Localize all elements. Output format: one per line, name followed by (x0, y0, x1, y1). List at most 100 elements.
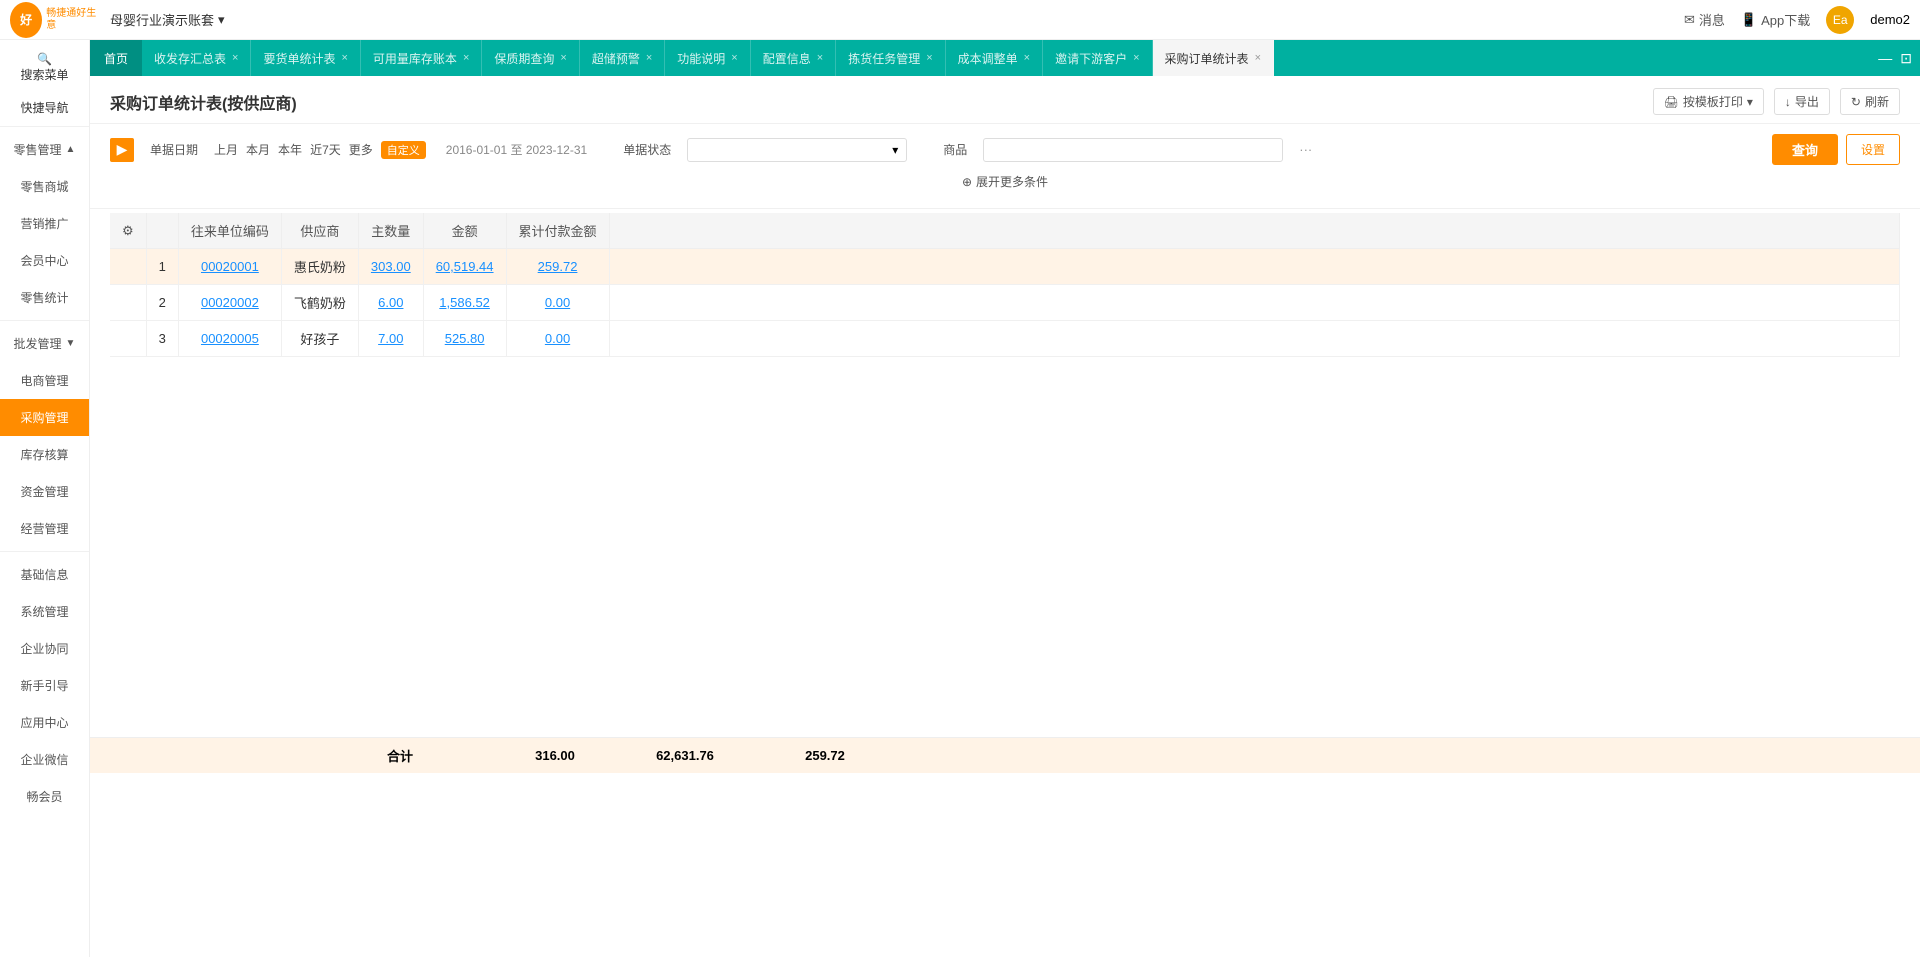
workspace-name: 母婴行业演示账套 (110, 10, 214, 29)
row1-checkbox[interactable] (110, 249, 146, 285)
row1-unit-code[interactable]: 00020001 (178, 249, 281, 285)
row1-main-qty[interactable]: 303.00 (358, 249, 423, 285)
row3-seq: 3 (146, 321, 178, 357)
sidebar-search[interactable]: 🔍 搜索菜单 (0, 40, 89, 91)
logo-text: 畅捷通好生意 (46, 8, 100, 32)
tab-close-overstock-alert[interactable]: × (646, 52, 652, 64)
row3-unit-code[interactable]: 00020005 (178, 321, 281, 357)
sidebar-item-enterprise-wechat[interactable]: 企业微信 (0, 741, 89, 778)
date-shortcut-more[interactable]: 更多 (349, 141, 373, 158)
sidebar-item-marketing[interactable]: 营销推广 (0, 205, 89, 242)
tab-close-invite-downstream[interactable]: × (1133, 52, 1139, 64)
user-avatar[interactable]: Ea (1826, 6, 1854, 34)
page-actions: 🖨 按模板打印 ▾ ↓ 导出 ↻ 刷新 (1653, 88, 1900, 115)
sidebar-item-vip-member[interactable]: 畅会员 (0, 778, 89, 815)
sidebar-item-new-guide[interactable]: 新手引导 (0, 667, 89, 704)
goods-more-icon[interactable]: ··· (1299, 142, 1312, 157)
row3-main-qty[interactable]: 7.00 (358, 321, 423, 357)
logo-icon: 好 (10, 2, 42, 38)
sidebar-item-basic-info[interactable]: 基础信息 (0, 556, 89, 593)
filter-toggle-button[interactable]: ▶ (110, 138, 134, 162)
date-custom-badge[interactable]: 自定义 (381, 141, 426, 159)
expand-icon-2: ▼ (66, 338, 76, 349)
sidebar-item-purchase-mgmt[interactable]: 采购管理 (0, 399, 89, 436)
row2-main-qty[interactable]: 6.00 (358, 285, 423, 321)
tab-pick-task[interactable]: 拣货任务管理 × (836, 40, 945, 76)
phone-icon: 📱 (1741, 12, 1757, 28)
tab-home[interactable]: 首页 (90, 40, 142, 76)
settings-button[interactable]: 设置 (1846, 134, 1900, 165)
sidebar-item-ops-mgmt[interactable]: 经营管理 (0, 510, 89, 547)
tab-invite-downstream[interactable]: 邀请下游客户 × (1043, 40, 1152, 76)
tab-goods-stats[interactable]: 要货单统计表 × (251, 40, 360, 76)
username-label: demo2 (1870, 12, 1910, 27)
tab-overstock-alert[interactable]: 超储预警 × (580, 40, 665, 76)
tab-close-expiry-query[interactable]: × (560, 52, 566, 64)
tab-close-available-stock[interactable]: × (463, 52, 469, 64)
workspace-selector[interactable]: 母婴行业演示账套 ▾ (100, 10, 1684, 29)
sidebar-divider-2 (0, 551, 89, 552)
row3-paid-amount[interactable]: 0.00 (506, 321, 609, 357)
col-paid-amount-header: 累计付款金额 (506, 213, 609, 249)
footer-amount: 62,631.76 (620, 748, 750, 763)
export-button[interactable]: ↓ 导出 (1774, 88, 1830, 115)
refresh-button[interactable]: ↻ 刷新 (1840, 88, 1900, 115)
col-seq-header (146, 213, 178, 249)
col-settings-header[interactable]: ⚙ (110, 213, 146, 249)
table-container: ⚙ 往来单位编码 供应商 主数量 金额 累计付款金额 (90, 213, 1920, 357)
query-button[interactable]: 查询 (1772, 134, 1838, 165)
sidebar-item-wholesale-mgmt[interactable]: 批发管理 ▼ (0, 325, 89, 362)
date-shortcut-this-month[interactable]: 本月 (246, 141, 270, 158)
footer-paid-amount: 259.72 (750, 748, 900, 763)
message-button[interactable]: ✉ 消息 (1684, 10, 1725, 29)
date-shortcut-last-month[interactable]: 上月 (214, 141, 238, 158)
row2-paid-amount[interactable]: 0.00 (506, 285, 609, 321)
sidebar-item-enterprise-collab[interactable]: 企业协同 (0, 630, 89, 667)
tab-purchase-order-stats[interactable]: 采购订单统计表 × (1153, 40, 1274, 76)
expand-more-button[interactable]: ⊕ 展开更多条件 (962, 173, 1048, 190)
row2-seq: 2 (146, 285, 178, 321)
sidebar-item-retail-mgmt[interactable]: 零售管理 ▲ (0, 131, 89, 168)
date-shortcut-this-year[interactable]: 本年 (278, 141, 302, 158)
sidebar-item-member-center[interactable]: 会员中心 (0, 242, 89, 279)
row1-paid-amount[interactable]: 259.72 (506, 249, 609, 285)
row3-checkbox[interactable] (110, 321, 146, 357)
row2-amount[interactable]: 1,586.52 (423, 285, 506, 321)
row2-checkbox[interactable] (110, 285, 146, 321)
data-table: ⚙ 往来单位编码 供应商 主数量 金额 累计付款金额 (110, 213, 1900, 357)
tab-maximize-icon[interactable]: ⊡ (1900, 50, 1912, 67)
row2-unit-code[interactable]: 00020002 (178, 285, 281, 321)
tab-receive-send[interactable]: 收发存汇总表 × (142, 40, 251, 76)
sidebar-item-sys-mgmt[interactable]: 系统管理 (0, 593, 89, 630)
tab-function-desc[interactable]: 功能说明 × (665, 40, 750, 76)
filter-area: ▶ 单据日期 上月 本月 本年 近7天 更多 自定义 2016-01-01 至 … (90, 124, 1920, 209)
sidebar-item-retail-stats[interactable]: 零售统计 (0, 279, 89, 316)
tab-available-stock[interactable]: 可用量库存账本 × (361, 40, 482, 76)
tab-close-config-info[interactable]: × (817, 52, 823, 64)
tab-close-purchase-order-stats[interactable]: × (1255, 52, 1261, 64)
goods-input[interactable] (983, 138, 1283, 162)
tab-minimize-icon[interactable]: — (1878, 50, 1892, 66)
row3-amount[interactable]: 525.80 (423, 321, 506, 357)
tab-close-cost-adjust[interactable]: × (1024, 52, 1030, 64)
tab-close-receive-send[interactable]: × (232, 52, 238, 64)
row1-amount[interactable]: 60,519.44 (423, 249, 506, 285)
sidebar-item-inventory[interactable]: 库存核算 (0, 436, 89, 473)
status-select[interactable]: ▾ (687, 138, 907, 162)
sidebar-item-app-center[interactable]: 应用中心 (0, 704, 89, 741)
sidebar-quick-nav[interactable]: 快捷导航 (0, 91, 89, 127)
sidebar-item-ecommerce-mgmt[interactable]: 电商管理 (0, 362, 89, 399)
tab-cost-adjust[interactable]: 成本调整单 × (946, 40, 1043, 76)
tab-config-info[interactable]: 配置信息 × (751, 40, 836, 76)
sidebar-item-retail-mall[interactable]: 零售商城 (0, 168, 89, 205)
tab-close-goods-stats[interactable]: × (341, 52, 347, 64)
date-shortcut-7days[interactable]: 近7天 (310, 141, 341, 158)
sidebar-item-finance-mgmt[interactable]: 资金管理 (0, 473, 89, 510)
app-download-button[interactable]: 📱 App下载 (1741, 10, 1810, 29)
expand-down-icon: ⊕ (962, 175, 972, 189)
tab-expiry-query[interactable]: 保质期查询 × (482, 40, 579, 76)
print-button[interactable]: 🖨 按模板打印 ▾ (1653, 88, 1764, 115)
tab-close-pick-task[interactable]: × (926, 52, 932, 64)
date-label: 单据日期 (150, 141, 198, 158)
tab-close-function-desc[interactable]: × (731, 52, 737, 64)
